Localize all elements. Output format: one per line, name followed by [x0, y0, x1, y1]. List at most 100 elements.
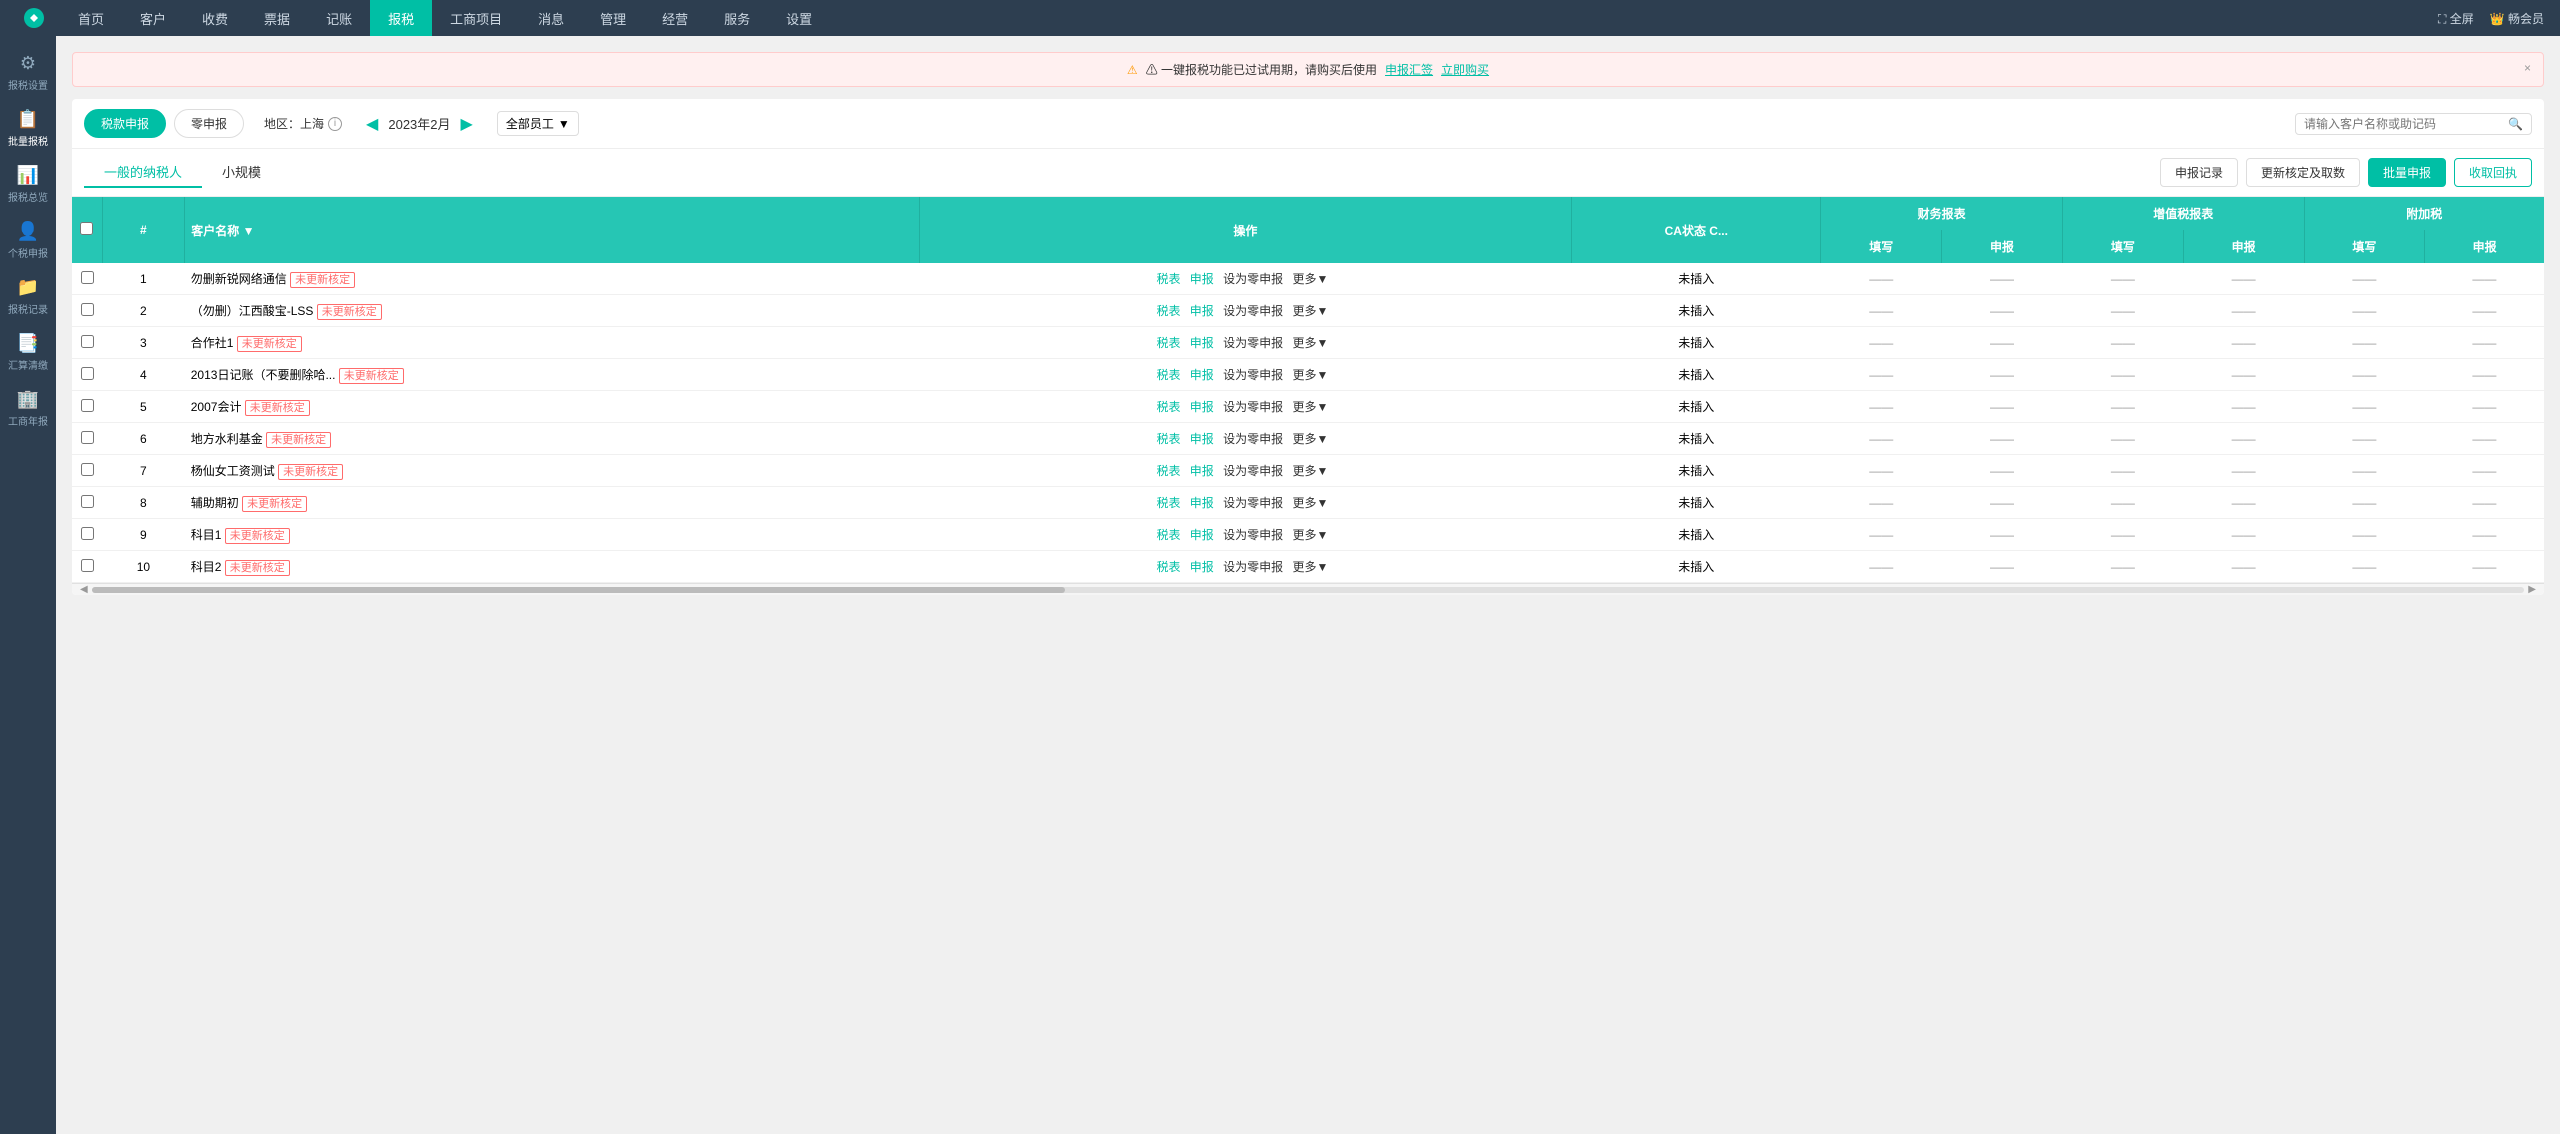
- apply-link[interactable]: 申报汇签: [1385, 61, 1433, 78]
- sidebar-item-批量报税[interactable]: 📋批量报税: [0, 100, 56, 156]
- op-more-3[interactable]: 更多▼: [1293, 368, 1329, 382]
- nav-item-设置[interactable]: 设置: [768, 0, 830, 36]
- row-check-0[interactable]: [81, 271, 94, 284]
- op-more-6[interactable]: 更多▼: [1293, 464, 1329, 478]
- op-tax-table-6[interactable]: 税表: [1156, 464, 1180, 478]
- op-tax-table-0[interactable]: 税表: [1156, 272, 1180, 286]
- op-tax-table-4[interactable]: 税表: [1156, 400, 1180, 414]
- op-zero-3[interactable]: 设为零申报: [1223, 368, 1283, 382]
- row-check-3[interactable]: [81, 367, 94, 380]
- op-zero-7[interactable]: 设为零申报: [1223, 496, 1283, 510]
- date-next-arrow[interactable]: ▶: [457, 114, 477, 134]
- op-declare-8[interactable]: 申报: [1190, 528, 1214, 542]
- op-tax-table-3[interactable]: 税表: [1156, 368, 1180, 382]
- row-fill-fin-3: ——: [1821, 359, 1942, 391]
- row-check-7[interactable]: [81, 495, 94, 508]
- op-tax-table-2[interactable]: 税表: [1156, 336, 1180, 350]
- op-tax-table-1[interactable]: 税表: [1156, 304, 1180, 318]
- sidebar-item-汇算清缴[interactable]: 📑汇算清缴: [0, 324, 56, 380]
- horizontal-scrollbar[interactable]: ◀ ▶: [72, 583, 2544, 595]
- op-declare-7[interactable]: 申报: [1190, 496, 1214, 510]
- op-declare-5[interactable]: 申报: [1190, 432, 1214, 446]
- nav-item-记账[interactable]: 记账: [308, 0, 370, 36]
- op-zero-0[interactable]: 设为零申报: [1223, 272, 1283, 286]
- nav-item-收费[interactable]: 收费: [184, 0, 246, 36]
- search-input[interactable]: [2304, 117, 2504, 131]
- op-zero-4[interactable]: 设为零申报: [1223, 400, 1283, 414]
- nav-item-票据[interactable]: 票据: [246, 0, 308, 36]
- search-icon[interactable]: 🔍: [2508, 117, 2523, 131]
- sub-tab-general[interactable]: 一般的纳税人: [84, 157, 202, 188]
- region-info: 地区：上海 i: [264, 115, 342, 132]
- tab-zero-declaration[interactable]: 零申报: [174, 109, 244, 138]
- status-badge-0: 未更新核定: [290, 272, 355, 288]
- op-declare-1[interactable]: 申报: [1190, 304, 1214, 318]
- op-more-2[interactable]: 更多▼: [1293, 336, 1329, 350]
- op-more-5[interactable]: 更多▼: [1293, 432, 1329, 446]
- sub-tab-small[interactable]: 小规模: [202, 157, 281, 188]
- op-zero-9[interactable]: 设为零申报: [1223, 560, 1283, 574]
- tab-tax-declaration[interactable]: 税款申报: [84, 109, 166, 138]
- batch-report-btn[interactable]: 批量申报: [2368, 158, 2446, 187]
- op-more-0[interactable]: 更多▼: [1293, 272, 1329, 286]
- op-declare-3[interactable]: 申报: [1190, 368, 1214, 382]
- op-zero-8[interactable]: 设为零申报: [1223, 528, 1283, 542]
- nav-item-报税[interactable]: 报税: [370, 0, 432, 36]
- row-check-6[interactable]: [81, 463, 94, 476]
- op-tax-table-7[interactable]: 税表: [1156, 496, 1180, 510]
- scroll-left-arrow[interactable]: ◀: [76, 584, 92, 595]
- sidebar-item-报税总览[interactable]: 📊报税总览: [0, 156, 56, 212]
- nav-item-工商项目[interactable]: 工商项目: [432, 0, 520, 36]
- nav-item-管理[interactable]: 管理: [582, 0, 644, 36]
- row-check-8[interactable]: [81, 527, 94, 540]
- op-more-8[interactable]: 更多▼: [1293, 528, 1329, 542]
- select-all-checkbox[interactable]: [80, 222, 93, 235]
- op-declare-6[interactable]: 申报: [1190, 464, 1214, 478]
- sidebar-item-报税设置[interactable]: ⚙报税设置: [0, 44, 56, 100]
- sidebar-item-工商年报[interactable]: 🏢工商年报: [0, 380, 56, 436]
- op-declare-0[interactable]: 申报: [1190, 272, 1214, 286]
- ca-status-header: CA状态 C...: [1572, 197, 1821, 263]
- sub-toolbar: 一般的纳税人 小规模 申报记录 更新核定及取数 批量申报 收取回执: [72, 149, 2544, 197]
- op-more-9[interactable]: 更多▼: [1293, 560, 1329, 574]
- nav-item-消息[interactable]: 消息: [520, 0, 582, 36]
- collect-receipt-btn[interactable]: 收取回执: [2454, 158, 2532, 187]
- op-zero-1[interactable]: 设为零申报: [1223, 304, 1283, 318]
- op-more-1[interactable]: 更多▼: [1293, 304, 1329, 318]
- info-icon[interactable]: i: [328, 117, 342, 131]
- scroll-track[interactable]: [92, 587, 2525, 593]
- nav-item-首页[interactable]: 首页: [60, 0, 122, 36]
- sidebar-item-报税记录[interactable]: 📁报税记录: [0, 268, 56, 324]
- row-check-9[interactable]: [81, 559, 94, 572]
- op-zero-6[interactable]: 设为零申报: [1223, 464, 1283, 478]
- member-btn[interactable]: 👑 畅会员: [2490, 10, 2544, 27]
- op-tax-table-5[interactable]: 税表: [1156, 432, 1180, 446]
- staff-select[interactable]: 全部员工 ▼: [497, 111, 579, 136]
- op-tax-table-9[interactable]: 税表: [1156, 560, 1180, 574]
- update-quota-btn[interactable]: 更新核定及取数: [2246, 158, 2360, 187]
- row-check-5[interactable]: [81, 431, 94, 444]
- fullscreen-btn[interactable]: ⛶ 全屏: [2438, 10, 2474, 27]
- nav-item-服务[interactable]: 服务: [706, 0, 768, 36]
- nav-item-客户[interactable]: 客户: [122, 0, 184, 36]
- op-more-4[interactable]: 更多▼: [1293, 400, 1329, 414]
- op-declare-9[interactable]: 申报: [1190, 560, 1214, 574]
- nav-item-经营[interactable]: 经营: [644, 0, 706, 36]
- date-prev-arrow[interactable]: ◀: [362, 114, 382, 134]
- row-check-4[interactable]: [81, 399, 94, 412]
- banner-close[interactable]: ×: [2524, 61, 2531, 75]
- row-check-1[interactable]: [81, 303, 94, 316]
- buy-link[interactable]: 立即购买: [1441, 61, 1489, 78]
- report-record-btn[interactable]: 申报记录: [2160, 158, 2238, 187]
- op-zero-2[interactable]: 设为零申报: [1223, 336, 1283, 350]
- op-zero-5[interactable]: 设为零申报: [1223, 432, 1283, 446]
- row-check-2[interactable]: [81, 335, 94, 348]
- row-fill-fin-4: ——: [1821, 391, 1942, 423]
- op-more-7[interactable]: 更多▼: [1293, 496, 1329, 510]
- op-declare-2[interactable]: 申报: [1190, 336, 1214, 350]
- scroll-right-arrow[interactable]: ▶: [2524, 584, 2540, 595]
- op-tax-table-8[interactable]: 税表: [1156, 528, 1180, 542]
- sidebar-label-报税设置: 报税设置: [8, 77, 48, 92]
- op-declare-4[interactable]: 申报: [1190, 400, 1214, 414]
- sidebar-item-个税申报[interactable]: 👤个税申报: [0, 212, 56, 268]
